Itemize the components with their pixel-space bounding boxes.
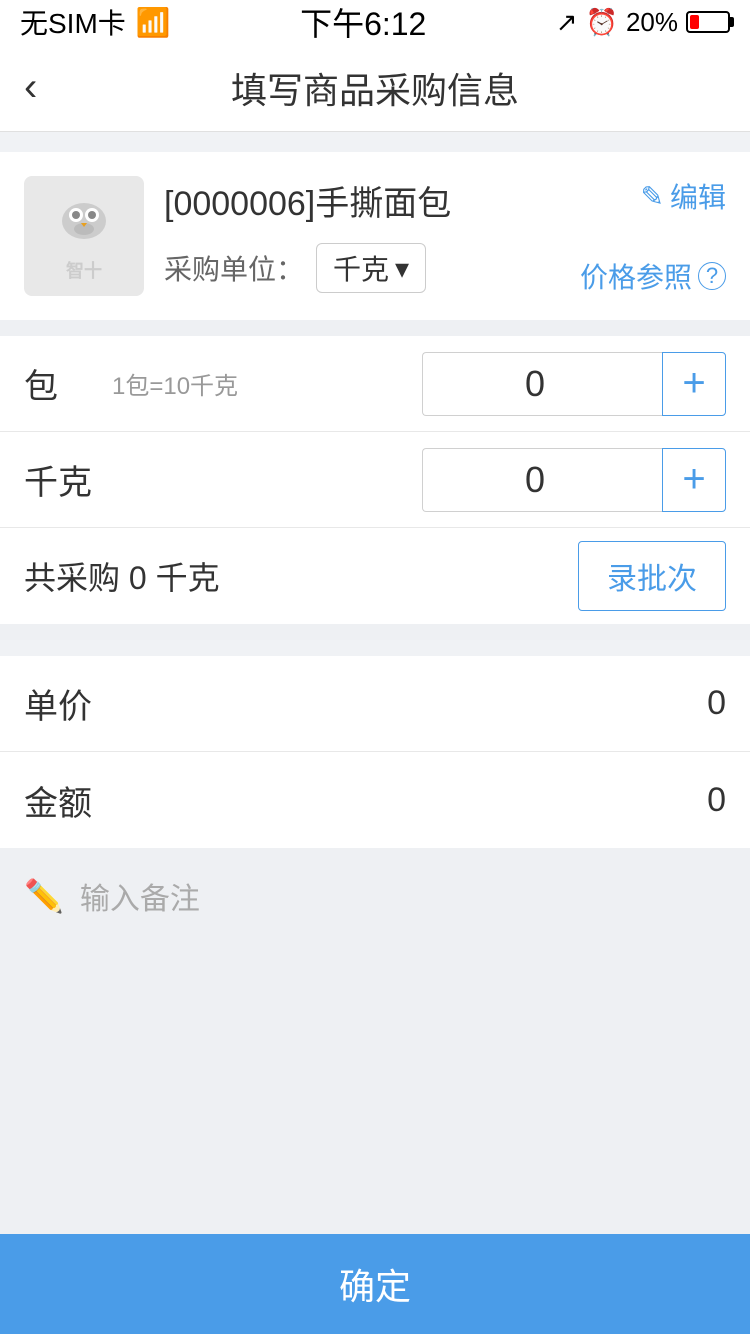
page-title: 填写商品采购信息 bbox=[231, 62, 519, 114]
nav-bar: ‹ 填写商品采购信息 bbox=[0, 44, 750, 132]
wifi-icon: 📶 bbox=[136, 6, 171, 39]
amount-row: 金额 0 bbox=[0, 752, 750, 848]
unit-value: 千克 bbox=[333, 248, 389, 288]
section-divider-1 bbox=[0, 320, 750, 336]
quantity-section: 包 1包=10千克 + 千克 + bbox=[0, 336, 750, 528]
amount-value: 0 bbox=[707, 781, 726, 820]
bag-row: 包 1包=10千克 + bbox=[0, 336, 750, 432]
bag-label: 包 bbox=[24, 359, 104, 408]
section-divider-2 bbox=[0, 624, 750, 640]
location-icon: ↗ bbox=[556, 7, 578, 38]
price-ref-button[interactable]: 价格参照 ? bbox=[580, 256, 726, 296]
status-bar: 无SIM卡 📶 下午6:12 ↗ ⏰ 20% bbox=[0, 0, 750, 44]
product-image: 智十 bbox=[24, 176, 144, 296]
unit-selector[interactable]: 千克 ▾ bbox=[316, 243, 426, 293]
amount-label: 金额 bbox=[24, 776, 92, 825]
note-placeholder: 输入备注 bbox=[80, 874, 200, 918]
unit-label: 采购单位： bbox=[164, 248, 304, 288]
logo-text: 智十 bbox=[54, 257, 114, 283]
product-card: 智十 [0000006]手撕面包 采购单位： 千克 ▾ ✎ 编辑 价格参照 ? bbox=[0, 152, 750, 320]
carrier-label: 无SIM卡 bbox=[20, 2, 126, 42]
bag-plus-button[interactable]: + bbox=[662, 352, 726, 416]
bag-quantity-input[interactable] bbox=[422, 352, 662, 416]
status-left: 无SIM卡 📶 bbox=[20, 2, 171, 42]
kg-plus-button[interactable]: + bbox=[662, 448, 726, 512]
owl-icon: 智十 bbox=[54, 189, 114, 283]
price-ref-label: 价格参照 bbox=[580, 256, 692, 296]
kg-quantity-input[interactable] bbox=[422, 448, 662, 512]
edit-button[interactable]: ✎ 编辑 bbox=[641, 176, 726, 216]
edit-icon: ✎ bbox=[641, 180, 664, 213]
batch-button[interactable]: 录批次 bbox=[578, 541, 726, 611]
status-right: ↗ ⏰ 20% bbox=[556, 7, 730, 38]
kg-row: 千克 + bbox=[0, 432, 750, 528]
chevron-down-icon: ▾ bbox=[395, 252, 409, 285]
status-time: 下午6:12 bbox=[300, 0, 426, 45]
alarm-icon: ⏰ bbox=[586, 7, 618, 38]
help-icon: ? bbox=[698, 262, 726, 290]
confirm-button[interactable]: 确定 bbox=[0, 1234, 750, 1334]
price-section: 单价 0 金额 0 bbox=[0, 656, 750, 848]
bag-sublabel: 1包=10千克 bbox=[112, 366, 422, 401]
battery-icon bbox=[686, 11, 730, 33]
bag-input-control: + bbox=[422, 352, 726, 416]
total-row: 共采购 0 千克 录批次 bbox=[0, 528, 750, 624]
edit-label: 编辑 bbox=[670, 176, 726, 216]
total-label: 共采购 0 千克 bbox=[24, 553, 220, 599]
bottom-space bbox=[0, 944, 750, 1244]
kg-input-control: + bbox=[422, 448, 726, 512]
unit-price-row: 单价 0 bbox=[0, 656, 750, 752]
note-section[interactable]: ✏️ 输入备注 bbox=[0, 848, 750, 944]
pencil-icon: ✏️ bbox=[24, 877, 64, 915]
unit-price-value: 0 bbox=[707, 684, 726, 723]
battery-percent: 20% bbox=[626, 7, 678, 38]
unit-price-label: 单价 bbox=[24, 679, 92, 728]
back-button[interactable]: ‹ bbox=[24, 65, 37, 110]
kg-label: 千克 bbox=[24, 455, 104, 504]
